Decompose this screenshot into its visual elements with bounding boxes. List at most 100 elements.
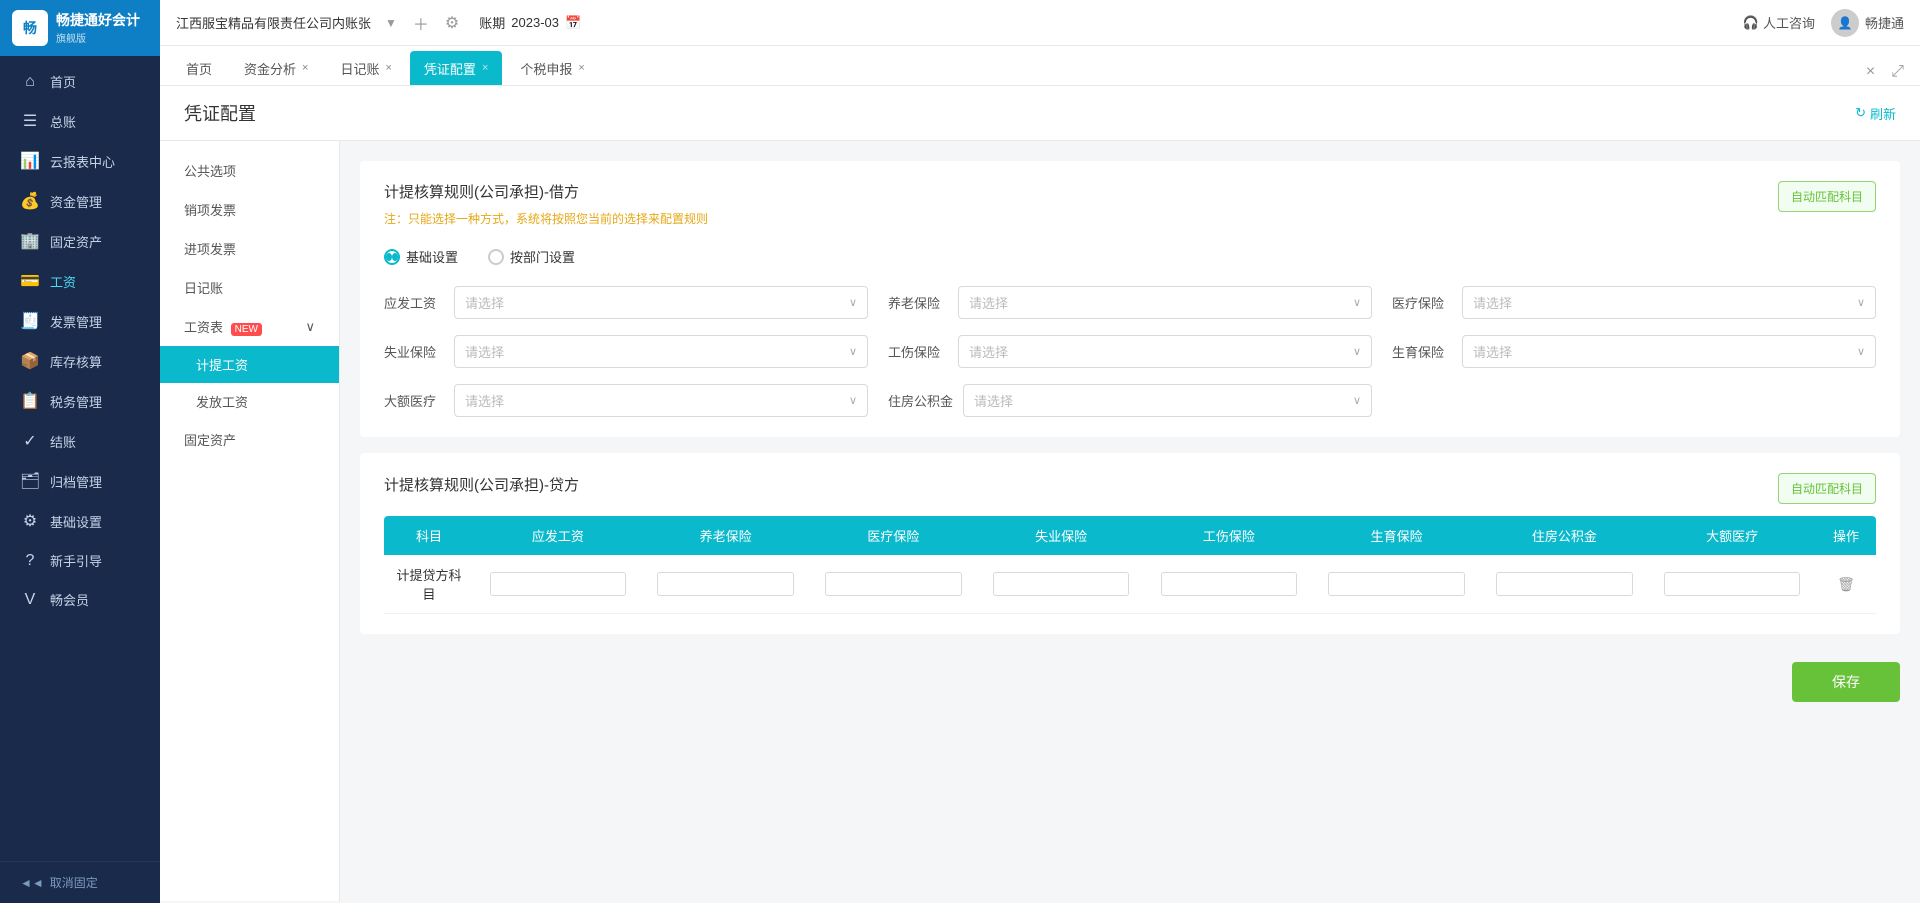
medical-input[interactable] (825, 572, 962, 596)
menu-item-purchase[interactable]: 进项发票 (160, 229, 339, 268)
cancel-pin-button[interactable]: ◄◄ 取消固定 (0, 861, 160, 903)
tab-close-voucher[interactable]: × (482, 62, 488, 74)
select-maternity[interactable]: 请选择 ∨ (1462, 335, 1876, 368)
delete-row-button[interactable]: 🗑 (1837, 576, 1855, 592)
tab-home[interactable]: 首页 (172, 51, 226, 85)
sidebar-item-close[interactable]: ✓ 结账 (0, 421, 160, 461)
sidebar-item-ledger[interactable]: ☰ 总账 (0, 101, 160, 141)
service-button[interactable]: 🎧 人工咨询 (1743, 13, 1815, 32)
refresh-button[interactable]: ↻ 刷新 (1855, 104, 1896, 123)
settings-icon: ⚙ (20, 511, 40, 531)
form-row-medical: 医疗保险 请选择 ∨ (1392, 286, 1876, 319)
topbar: 江西服宝精品有限责任公司内账张 ▼ ＋ ⚙ 账期 2023-03 📅 🎧 人工咨… (160, 0, 1920, 46)
debit-auto-match-button[interactable]: 自动匹配科目 (1778, 181, 1876, 212)
tab-close-tax[interactable]: × (578, 62, 584, 74)
maternity-input[interactable] (1328, 572, 1465, 596)
user-menu[interactable]: 👤 畅捷通 (1831, 9, 1904, 37)
radio-group: 基础设置 按部门设置 (384, 247, 1876, 266)
injury-cell (1145, 562, 1313, 606)
injury-input[interactable] (1161, 572, 1298, 596)
maternity-cell (1313, 562, 1481, 606)
select-injury[interactable]: 请选择 ∨ (958, 335, 1372, 368)
select-gross-salary[interactable]: 请选择 ∨ (454, 286, 868, 319)
sidebar-item-tax[interactable]: 📋 税务管理 (0, 381, 160, 421)
menu-subitem-calc-salary[interactable]: 计提工资 (160, 346, 339, 383)
select-major-medical[interactable]: 请选择 ∨ (454, 384, 868, 417)
menu-item-sales[interactable]: 销项发票 (160, 190, 339, 229)
sidebar-item-invoice[interactable]: 🧾 发票管理 (0, 301, 160, 341)
form-row-housing-fund: 住房公积金 请选择 ∨ (888, 384, 1372, 417)
housing-input[interactable] (1496, 572, 1633, 596)
content-wrapper: 公共选项 销项发票 进项发票 日记账 工资表 NEW ∨ 计提工资 发放工资 固… (160, 141, 1920, 901)
sidebar-item-settings[interactable]: ⚙ 基础设置 (0, 501, 160, 541)
tab-voucher[interactable]: 凭证配置 × (410, 51, 502, 85)
credit-table-header: 科目 应发工资 养老保险 医疗保险 失业保险 工伤保险 生育保险 住房公积金 大… (384, 516, 1876, 555)
calendar-icon[interactable]: 📅 (565, 15, 581, 31)
sidebar-item-guide[interactable]: ? 新手引导 (0, 541, 160, 580)
sidebar-item-reports[interactable]: 📊 云报表中心 (0, 141, 160, 181)
sidebar-item-assets[interactable]: 🏢 固定资产 (0, 221, 160, 261)
tab-close-funds[interactable]: × (302, 62, 308, 74)
major-medical-input[interactable] (1664, 572, 1801, 596)
menu-item-fixed-assets[interactable]: 固定资产 (160, 420, 339, 459)
company-settings-button[interactable]: ⚙ (445, 13, 459, 33)
company-dropdown[interactable]: ▼ (385, 16, 397, 30)
radio-dept[interactable]: 按部门设置 (488, 247, 575, 266)
chevron-down-icon: ∨ (849, 345, 857, 358)
chevron-down-icon: ∨ (1857, 345, 1865, 358)
select-housing-fund[interactable]: 请选择 ∨ (963, 384, 1372, 417)
housing-cell (1481, 562, 1649, 606)
unemployment-input[interactable] (993, 572, 1130, 596)
chevron-down-icon: ∨ (1353, 394, 1361, 407)
chevron-down-icon: ∨ (849, 296, 857, 309)
close-tab-button[interactable]: × (1862, 59, 1879, 85)
expand-tab-button[interactable]: ⤢ (1887, 59, 1908, 85)
menu-item-common[interactable]: 公共选项 (160, 151, 339, 190)
gross-input[interactable] (490, 572, 627, 596)
select-unemployment[interactable]: 请选择 ∨ (454, 335, 868, 368)
home-icon: ⌂ (20, 73, 40, 91)
select-medical[interactable]: 请选择 ∨ (1462, 286, 1876, 319)
form-row-major-medical: 大额医疗 请选择 ∨ (384, 384, 868, 417)
save-button[interactable]: 保存 (1792, 662, 1900, 702)
tab-funds[interactable]: 资金分析 × (230, 51, 322, 85)
label-maternity: 生育保险 (1392, 342, 1452, 361)
sidebar-item-funds[interactable]: 💰 资金管理 (0, 181, 160, 221)
label-injury: 工伤保险 (888, 342, 948, 361)
sidebar-item-home[interactable]: ⌂ 首页 (0, 62, 160, 101)
tab-tax[interactable]: 个税申报 × (506, 51, 598, 85)
col-pension: 养老保险 (642, 516, 810, 555)
menu-subitem-pay-salary[interactable]: 发放工资 (160, 383, 339, 420)
guide-icon: ? (20, 552, 40, 570)
col-major-medical: 大额医疗 (1648, 516, 1816, 555)
menu-group-salary-table[interactable]: 工资表 NEW ∨ (160, 307, 339, 346)
unemployment-cell (977, 562, 1145, 606)
menu-item-journal[interactable]: 日记账 (160, 268, 339, 307)
tab-close-journal[interactable]: × (385, 62, 391, 74)
tab-journal[interactable]: 日记账 × (326, 51, 405, 85)
credit-auto-match-button[interactable]: 自动匹配科目 (1778, 473, 1876, 504)
chevron-down-icon: ∨ (1857, 296, 1865, 309)
sidebar-item-inventory[interactable]: 📦 库存核算 (0, 341, 160, 381)
radio-dept-circle (488, 249, 504, 265)
select-pension[interactable]: 请选择 ∨ (958, 286, 1372, 319)
sidebar-item-salary[interactable]: 💳 工资 (0, 261, 160, 301)
funds-icon: 💰 (20, 191, 40, 211)
credit-table: 科目 应发工资 养老保险 医疗保险 失业保险 工伤保险 生育保险 住房公积金 大… (384, 516, 1876, 614)
pension-input[interactable] (657, 572, 794, 596)
refresh-icon: ↻ (1855, 105, 1866, 121)
col-injury: 工伤保险 (1145, 516, 1313, 555)
tabs-right: × ⤢ (1862, 59, 1908, 85)
radio-basic[interactable]: 基础设置 (384, 247, 458, 266)
chevron-down-icon: ∨ (1353, 345, 1361, 358)
label-pension: 养老保险 (888, 293, 948, 312)
sidebar-item-archive[interactable]: 🗂 归档管理 (0, 461, 160, 501)
main-area: 江西服宝精品有限责任公司内账张 ▼ ＋ ⚙ 账期 2023-03 📅 🎧 人工咨… (160, 0, 1920, 903)
medical-cell (810, 562, 978, 606)
label-unemployment: 失业保险 (384, 342, 444, 361)
col-unemployment: 失业保险 (977, 516, 1145, 555)
sidebar-item-member[interactable]: V 畅会员 (0, 580, 160, 619)
logo-icon: 畅 (12, 10, 48, 46)
add-company-button[interactable]: ＋ (409, 11, 433, 35)
debit-section-note: 注：只能选择一种方式，系统将按照您当前的选择来配置规则 (384, 210, 708, 227)
